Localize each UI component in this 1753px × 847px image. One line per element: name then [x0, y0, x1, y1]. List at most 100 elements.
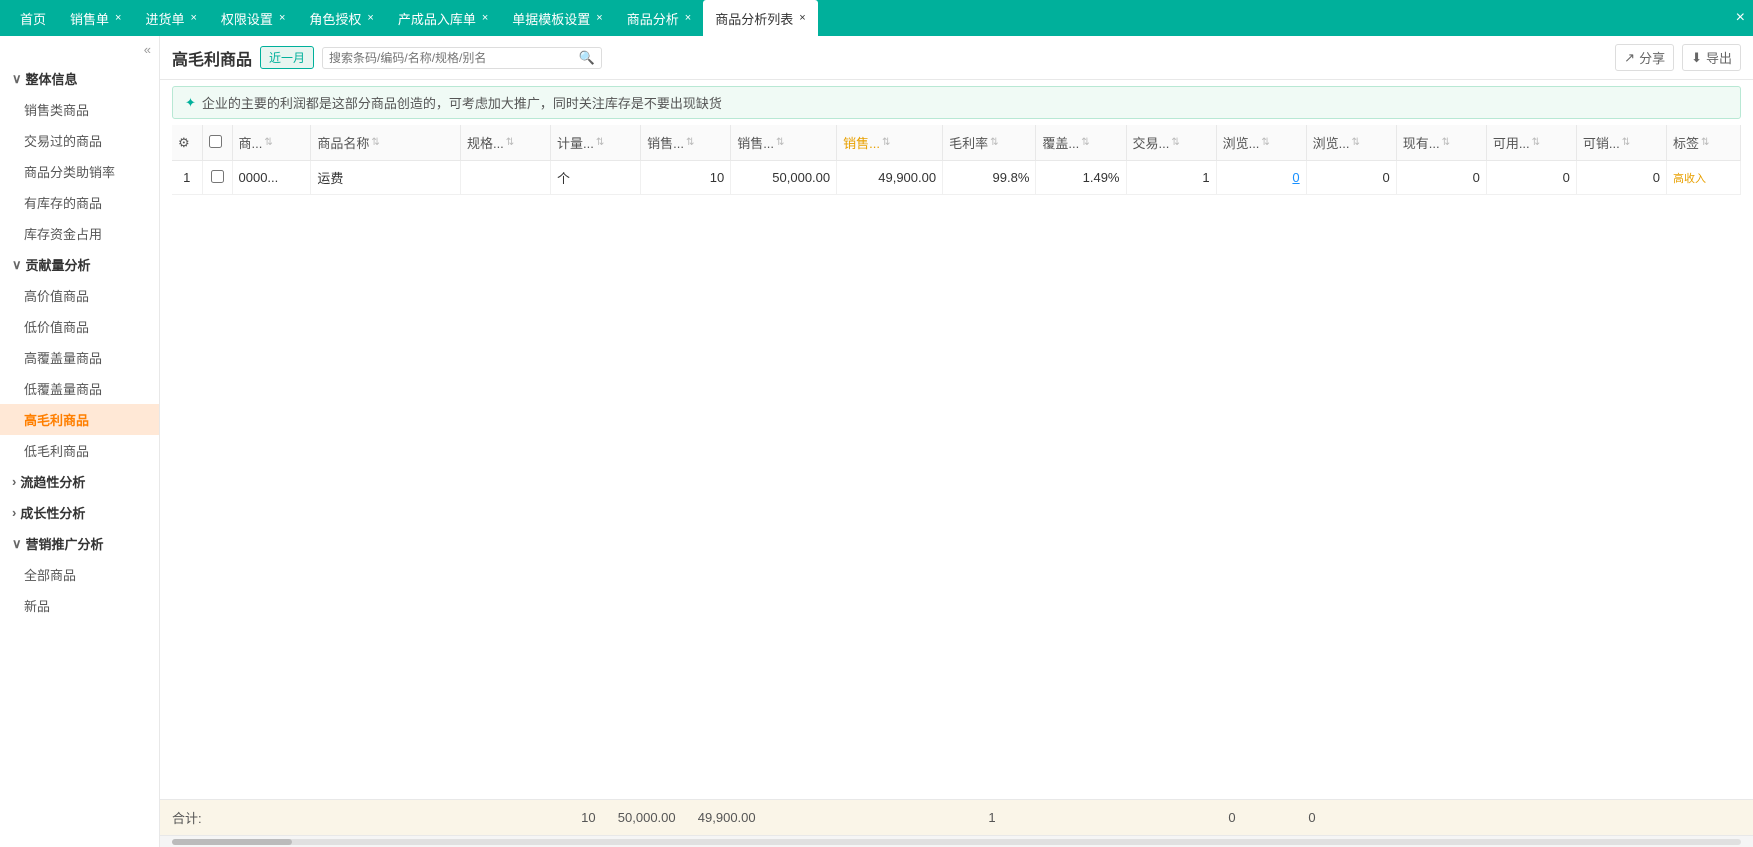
row-available: 0 [1486, 161, 1576, 195]
sort-icon: ⇅ [1701, 137, 1709, 148]
sidebar-item-new-goods[interactable]: 新品 [0, 590, 159, 621]
horizontal-scrollbar[interactable] [160, 835, 1753, 847]
footer-trade: 1 [922, 810, 1002, 825]
sort-icon: ⇅ [264, 137, 272, 148]
search-box: 🔍 [322, 47, 602, 69]
search-icon[interactable]: 🔍 [579, 50, 595, 66]
col-trade[interactable]: 交易... ⇅ [1126, 125, 1216, 161]
sidebar-item-high-coverage[interactable]: 高覆盖量商品 [0, 342, 159, 373]
col-name[interactable]: 商品名称 ⇅ [311, 125, 461, 161]
close-icon[interactable]: × [279, 12, 285, 24]
col-browse2[interactable]: 浏览... ⇅ [1306, 125, 1396, 161]
tip-bar: ✦ 企业的主要的利润都是这部分商品创造的，可考虑加大推广，同时关注库存是不要出现… [172, 86, 1741, 119]
table-row: 1 0000... 运费 个 10 50,000.00 49,900.00 99… [172, 161, 1741, 195]
sort-icon: ⇅ [776, 137, 784, 148]
sort-icon: ⇅ [506, 137, 514, 148]
sort-icon: ⇅ [371, 137, 379, 148]
col-code[interactable]: 商... ⇅ [232, 125, 311, 161]
sidebar-item-low-value[interactable]: 低价值商品 [0, 311, 159, 342]
row-code: 0000... [232, 161, 311, 195]
export-icon: ⬇ [1691, 50, 1702, 66]
close-icon[interactable]: × [596, 12, 602, 24]
close-all-tabs[interactable]: × [1736, 9, 1745, 27]
col-gross-rate[interactable]: 毛利率 ⇅ [943, 125, 1036, 161]
select-all-checkbox[interactable] [209, 135, 222, 148]
sidebar-item-stock-goods[interactable]: 有库存的商品 [0, 187, 159, 218]
footer-available: 0 [1242, 810, 1322, 825]
nav-product-warehouse[interactable]: 产成品入库单 × [386, 0, 500, 36]
close-icon[interactable]: × [367, 12, 373, 24]
col-sales3[interactable]: 销售... ⇅ [837, 125, 943, 161]
sidebar-item-high-value[interactable]: 高价值商品 [0, 280, 159, 311]
footer-spacer [222, 810, 522, 825]
sort-icon: ⇅ [882, 137, 890, 148]
sidebar: « ∨ 整体信息 销售类商品 交易过的商品 商品分类助销率 有库存的商品 库存资… [0, 36, 160, 847]
settings-icon[interactable]: ⚙ [178, 135, 190, 150]
close-icon[interactable]: × [115, 12, 121, 24]
col-settings[interactable]: ⚙ [172, 125, 202, 161]
sidebar-group-contribution[interactable]: ∨ 贡献量分析 [0, 249, 159, 280]
sidebar-group-growth[interactable]: › 成长性分析 [0, 497, 159, 528]
close-icon[interactable]: × [685, 12, 691, 24]
col-browse1[interactable]: 浏览... ⇅ [1216, 125, 1306, 161]
col-unit[interactable]: 计量... ⇅ [551, 125, 641, 161]
col-coverage[interactable]: 覆盖... ⇅ [1036, 125, 1126, 161]
sort-icon: ⇅ [990, 137, 998, 148]
sidebar-item-all-goods[interactable]: 全部商品 [0, 559, 159, 590]
footer-browse1 [1002, 810, 1082, 825]
scrollbar-thumb[interactable] [172, 839, 292, 845]
sort-icon: ⇅ [1442, 137, 1450, 148]
footer-sales2: 50,000.00 [602, 810, 682, 825]
sidebar-item-traded-goods[interactable]: 交易过的商品 [0, 125, 159, 156]
row-sellable: 0 [1576, 161, 1666, 195]
nav-role[interactable]: 角色授权 × [297, 0, 385, 36]
sidebar-item-category-rate[interactable]: 商品分类助销率 [0, 156, 159, 187]
row-index: 1 [172, 161, 202, 195]
row-sales3: 49,900.00 [837, 161, 943, 195]
sidebar-item-low-margin[interactable]: 低毛利商品 [0, 435, 159, 466]
scrollbar-track[interactable] [172, 839, 1741, 845]
nav-product-analysis-list[interactable]: 商品分析列表 × [703, 0, 817, 36]
close-icon[interactable]: × [799, 12, 805, 24]
nav-template[interactable]: 单据模板设置 × [500, 0, 614, 36]
nav-permission[interactable]: 权限设置 × [209, 0, 297, 36]
sidebar-collapse-button[interactable]: « [0, 36, 159, 63]
filter-recent-month[interactable]: 近一月 [260, 46, 314, 69]
search-input[interactable] [329, 51, 579, 65]
close-icon[interactable]: × [482, 12, 488, 24]
share-button[interactable]: ↗ 分享 [1615, 44, 1674, 71]
sidebar-item-sales-goods[interactable]: 销售类商品 [0, 94, 159, 125]
col-sales1[interactable]: 销售... ⇅ [641, 125, 731, 161]
col-sales2[interactable]: 销售... ⇅ [731, 125, 837, 161]
table-header-row: ⚙ 商... ⇅ 商品名称 [172, 125, 1741, 161]
close-icon[interactable]: × [190, 12, 196, 24]
sidebar-item-low-coverage[interactable]: 低覆盖量商品 [0, 373, 159, 404]
col-sellable[interactable]: 可销... ⇅ [1576, 125, 1666, 161]
footer-current: 0 [1162, 810, 1242, 825]
page-title: 高毛利商品 [172, 46, 252, 70]
nav-home[interactable]: 首页 [8, 0, 58, 36]
nav-product-analysis[interactable]: 商品分析 × [615, 0, 703, 36]
content-header: 高毛利商品 近一月 🔍 ↗ 分享 ⬇ 导出 [160, 36, 1753, 80]
sidebar-item-stock-capital[interactable]: 库存资金占用 [0, 218, 159, 249]
row-checkbox-cell [202, 161, 232, 195]
nav-purchase[interactable]: 进货单 × [133, 0, 208, 36]
nav-sales[interactable]: 销售单 × [58, 0, 133, 36]
row-browse1[interactable]: 0 [1216, 161, 1306, 195]
sort-icon: ⇅ [1081, 137, 1089, 148]
content-area: 高毛利商品 近一月 🔍 ↗ 分享 ⬇ 导出 ✦ 企业的主要的利润都是这部分商品创… [160, 36, 1753, 847]
sidebar-item-high-margin[interactable]: 高毛利商品 [0, 404, 159, 435]
share-icon: ↗ [1624, 50, 1635, 66]
sidebar-group-overall[interactable]: ∨ 整体信息 [0, 63, 159, 94]
col-tag[interactable]: 标签 ⇅ [1666, 125, 1740, 161]
footer-columns: 10 50,000.00 49,900.00 1 0 0 [222, 810, 1322, 825]
col-spec[interactable]: 规格... ⇅ [460, 125, 550, 161]
footer-browse2 [1082, 810, 1162, 825]
export-button[interactable]: ⬇ 导出 [1682, 44, 1741, 71]
row-checkbox[interactable] [211, 170, 224, 183]
col-available[interactable]: 可用... ⇅ [1486, 125, 1576, 161]
sidebar-group-trend[interactable]: › 流趋性分析 [0, 466, 159, 497]
sidebar-group-marketing[interactable]: ∨ 营销推广分析 [0, 528, 159, 559]
sort-icon: ⇅ [1622, 137, 1630, 148]
col-current[interactable]: 现有... ⇅ [1396, 125, 1486, 161]
